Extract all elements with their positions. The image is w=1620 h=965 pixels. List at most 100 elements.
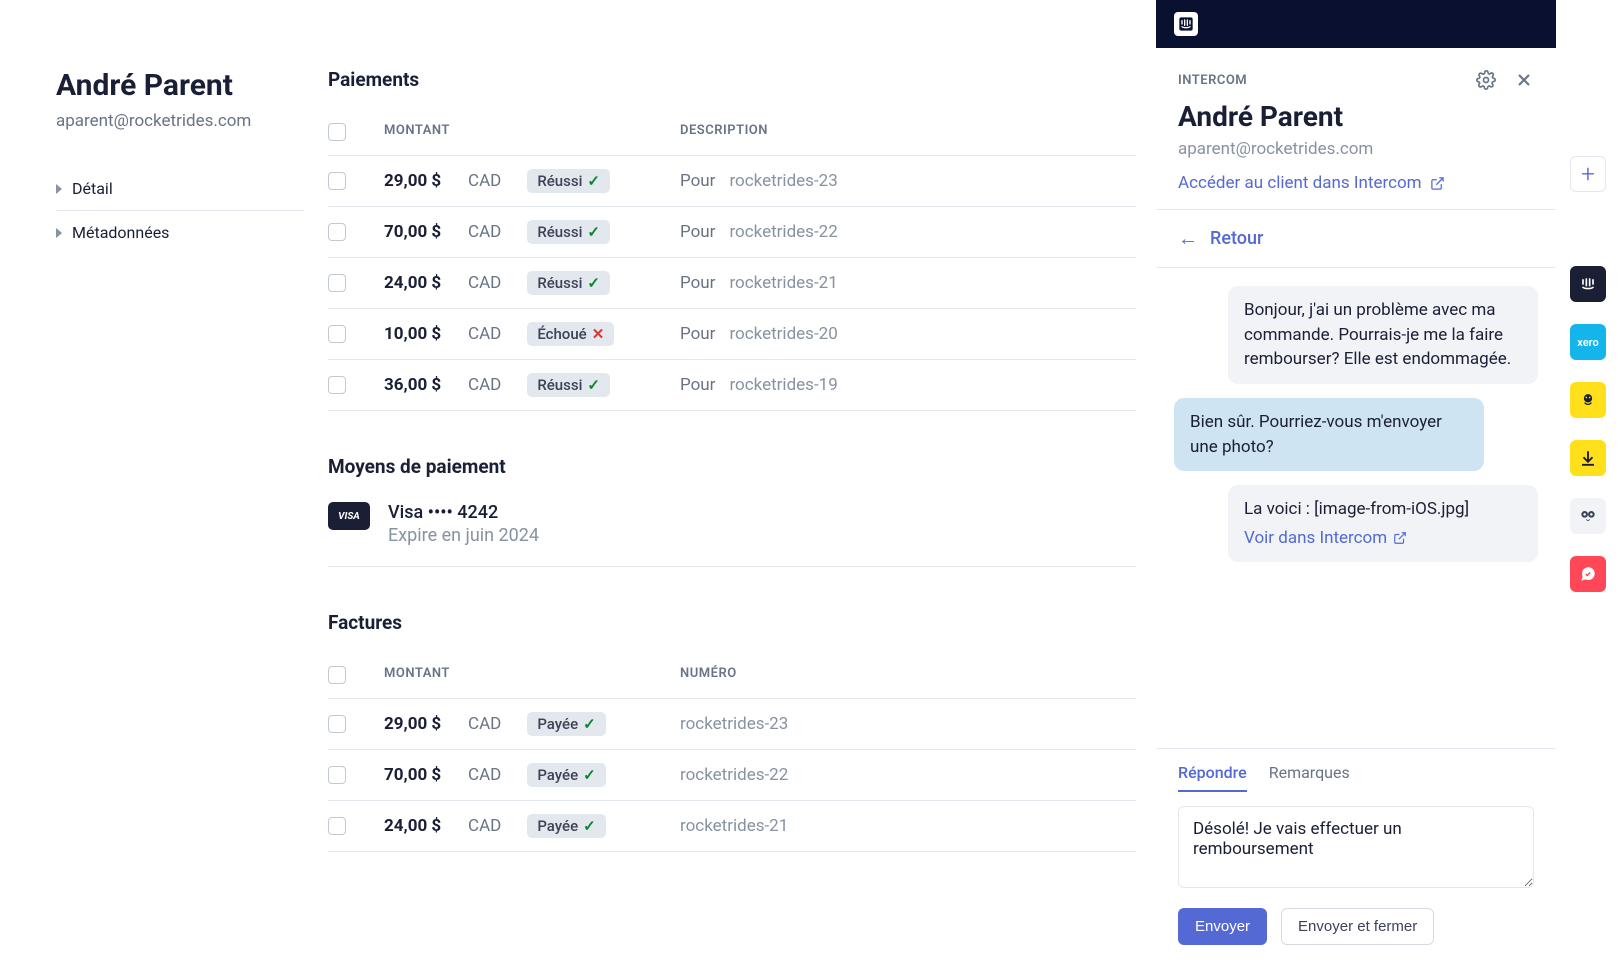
amount-value: 24,00 $ — [384, 273, 456, 293]
view-in-intercom-link[interactable]: Voir dans Intercom — [1244, 526, 1407, 551]
amount-value: 70,00 $ — [384, 765, 456, 785]
status-badge: Réussi ✓ — [527, 220, 610, 244]
desc-label: Pour — [680, 375, 715, 395]
external-link-icon — [1430, 176, 1445, 191]
ref-id: rocketrides-21 — [729, 273, 837, 293]
amount-value: 36,00 $ — [384, 375, 456, 395]
reply-section: Répondre Remarques Envoyer Envoyer et fe… — [1156, 748, 1556, 965]
tab-notes[interactable]: Remarques — [1269, 763, 1350, 792]
amount-value: 10,00 $ — [384, 324, 456, 344]
ref-id: rocketrides-20 — [729, 324, 837, 344]
select-all-checkbox[interactable] — [328, 123, 346, 141]
payments-section: Paiements Montant Description 29,00 $ CA… — [328, 68, 1136, 411]
table-row[interactable]: 24,00 $ CAD Payée ✓ rocketrides-21 — [328, 801, 1136, 852]
tab-reply[interactable]: Répondre — [1178, 763, 1247, 792]
back-button[interactable]: ← Retour — [1156, 210, 1556, 268]
card-expiry: Expire en juin 2024 — [388, 525, 539, 546]
currency-label: CAD — [468, 714, 501, 734]
desc-label: Pour — [680, 171, 715, 191]
column-number: Numéro — [680, 666, 1136, 684]
row-checkbox[interactable] — [328, 172, 346, 190]
intercom-panel: Intercom André Parent aparent@rocketride… — [1156, 0, 1556, 965]
close-icon[interactable] — [1514, 70, 1534, 90]
sidebar-item-metadata[interactable]: Métadonnées — [56, 211, 304, 254]
currency-label: CAD — [468, 816, 501, 836]
column-amount: Montant — [384, 666, 680, 684]
check-icon: ✓ — [587, 274, 600, 292]
rail-intercom-icon[interactable] — [1570, 266, 1606, 302]
desc-label: Pour — [680, 222, 715, 242]
rail-mailchimp-icon[interactable] — [1570, 382, 1606, 418]
status-badge: Payée ✓ — [527, 712, 605, 736]
row-checkbox[interactable] — [328, 817, 346, 835]
ref-id: rocketrides-23 — [729, 171, 837, 191]
intercom-customer-name: André Parent — [1178, 100, 1534, 133]
payment-method-card[interactable]: VISA Visa •••• 4242 Expire en juin 2024 — [328, 502, 1136, 567]
chevron-right-icon — [56, 184, 62, 194]
intercom-logo-icon — [1174, 12, 1198, 36]
ref-id: rocketrides-23 — [680, 714, 788, 734]
invoices-table-head: Montant Numéro — [328, 652, 1136, 699]
select-all-checkbox[interactable] — [328, 666, 346, 684]
row-checkbox[interactable] — [328, 376, 346, 394]
check-icon: ✓ — [583, 715, 596, 733]
section-title-invoices: Factures — [328, 611, 1136, 634]
status-badge: Échoué ✕ — [527, 322, 614, 346]
status-badge: Réussi ✓ — [527, 373, 610, 397]
chevron-right-icon — [56, 228, 62, 238]
visa-icon: VISA — [328, 502, 370, 530]
sidebar-item-detail[interactable]: Détail — [56, 167, 304, 211]
column-amount: Montant — [384, 123, 680, 141]
rail-chat-icon[interactable] — [1570, 556, 1606, 592]
gear-icon[interactable] — [1476, 70, 1496, 90]
amount-value: 29,00 $ — [384, 171, 456, 191]
intercom-eyebrow: Intercom — [1178, 73, 1247, 88]
row-checkbox[interactable] — [328, 223, 346, 241]
payments-table-head: Montant Description — [328, 109, 1136, 156]
send-and-close-button[interactable]: Envoyer et fermer — [1281, 908, 1434, 945]
currency-label: CAD — [468, 171, 501, 191]
customer-name: André Parent — [56, 68, 304, 103]
app-rail: + xero — [1556, 0, 1620, 965]
table-row[interactable]: 29,00 $ CAD Réussi ✓ Pour rocketrides-23 — [328, 156, 1136, 207]
main-content: Paiements Montant Description 29,00 $ CA… — [328, 0, 1156, 965]
ref-id: rocketrides-21 — [680, 816, 788, 836]
row-checkbox[interactable] — [328, 325, 346, 343]
column-description: Description — [680, 123, 1136, 141]
external-link-icon — [1393, 531, 1407, 545]
table-row[interactable]: 70,00 $ CAD Réussi ✓ Pour rocketrides-22 — [328, 207, 1136, 258]
customer-email: aparent@rocketrides.com — [56, 111, 304, 131]
table-row[interactable]: 24,00 $ CAD Réussi ✓ Pour rocketrides-21 — [328, 258, 1136, 309]
status-badge: Réussi ✓ — [527, 169, 610, 193]
chat-area: Bonjour, j'ai un problème avec ma comman… — [1156, 268, 1556, 748]
rail-owl-icon[interactable] — [1570, 498, 1606, 534]
check-icon: ✓ — [587, 376, 600, 394]
intercom-titlebar — [1156, 0, 1556, 48]
check-icon: ✓ — [583, 766, 596, 784]
table-row[interactable]: 36,00 $ CAD Réussi ✓ Pour rocketrides-19 — [328, 360, 1136, 411]
send-button[interactable]: Envoyer — [1178, 908, 1267, 945]
status-badge: Réussi ✓ — [527, 271, 610, 295]
amount-value: 29,00 $ — [384, 714, 456, 734]
row-checkbox[interactable] — [328, 274, 346, 292]
arrow-left-icon: ← — [1178, 226, 1198, 251]
reply-input[interactable] — [1178, 806, 1534, 888]
sidebar-item-label: Métadonnées — [72, 223, 169, 242]
open-in-intercom-link[interactable]: Accéder au client dans Intercom — [1178, 173, 1534, 193]
table-row[interactable]: 10,00 $ CAD Échoué ✕ Pour rocketrides-20 — [328, 309, 1136, 360]
invoices-section: Factures Montant Numéro 29,00 $ CAD Payé… — [328, 611, 1136, 852]
x-icon: ✕ — [592, 325, 605, 343]
amount-value: 24,00 $ — [384, 816, 456, 836]
chat-message-agent: Bien sûr. Pourriez-vous m'envoyer une ph… — [1174, 398, 1484, 471]
table-row[interactable]: 70,00 $ CAD Payée ✓ rocketrides-22 — [328, 750, 1136, 801]
status-badge: Payée ✓ — [527, 814, 605, 838]
message-text: La voici : [image-from-iOS.jpg] — [1244, 497, 1522, 522]
row-checkbox[interactable] — [328, 715, 346, 733]
table-row[interactable]: 29,00 $ CAD Payée ✓ rocketrides-23 — [328, 699, 1136, 750]
rail-download-icon[interactable] — [1570, 440, 1606, 476]
add-app-button[interactable]: + — [1570, 156, 1606, 192]
card-label: Visa •••• 4242 — [388, 502, 539, 523]
rail-xero-icon[interactable]: xero — [1570, 324, 1606, 360]
payment-methods-section: Moyens de paiement VISA Visa •••• 4242 E… — [328, 455, 1136, 567]
row-checkbox[interactable] — [328, 766, 346, 784]
